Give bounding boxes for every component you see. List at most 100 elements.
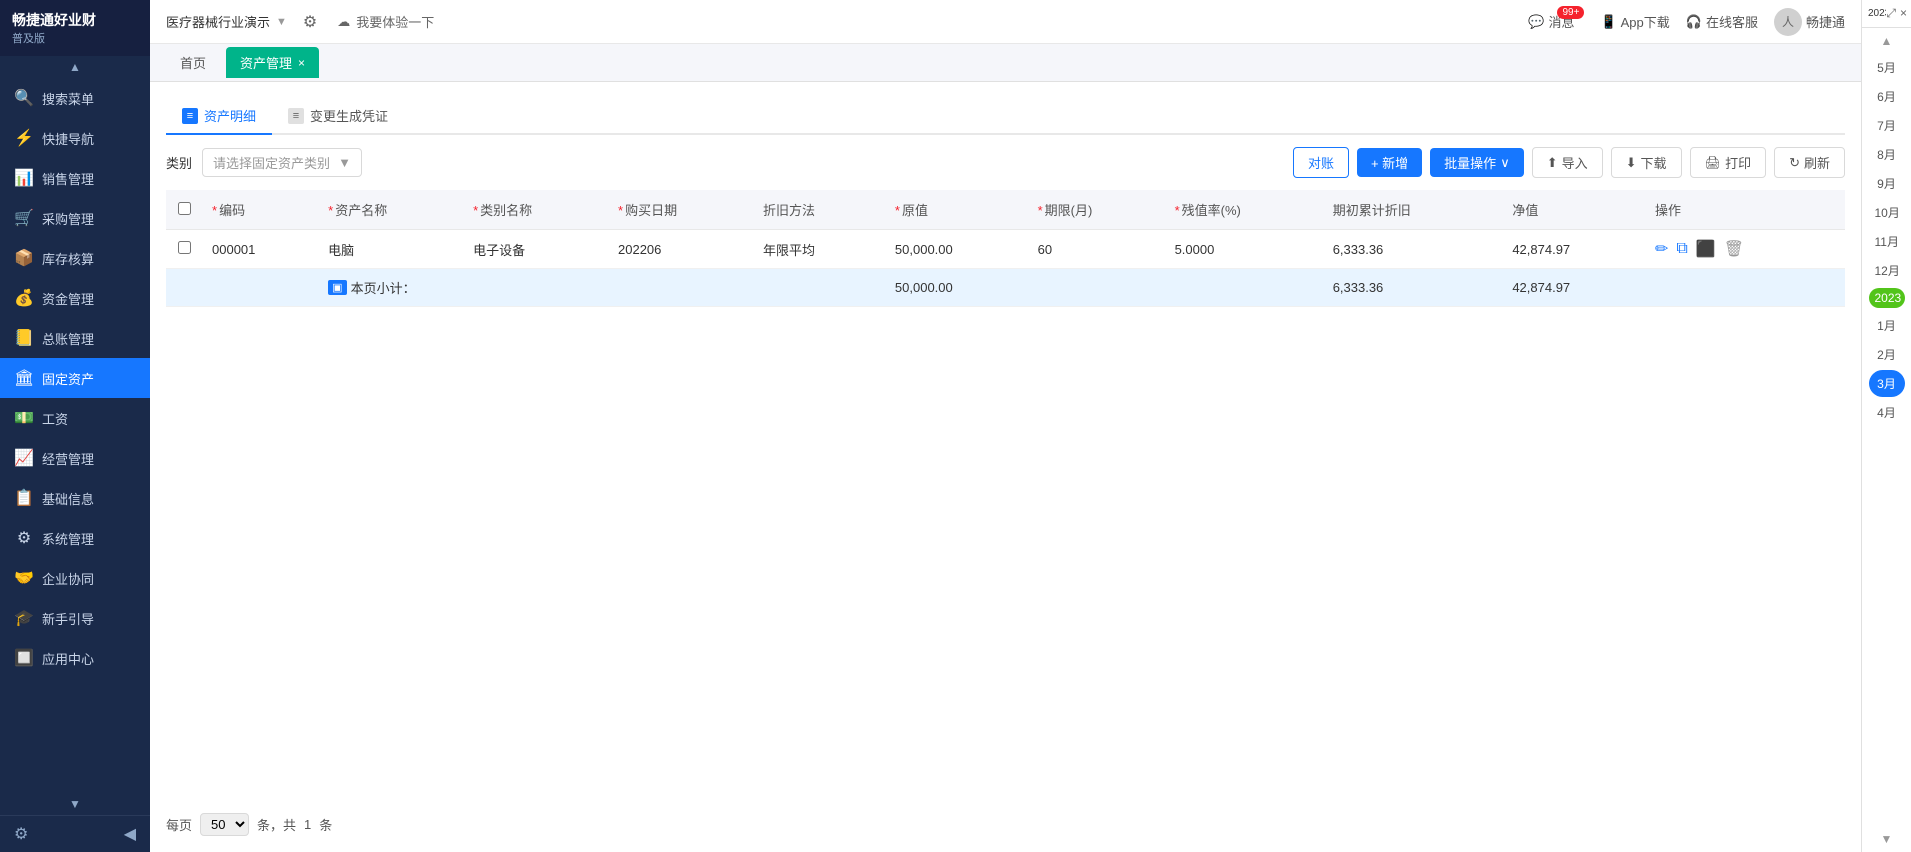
row-checkbox[interactable] bbox=[178, 241, 191, 254]
cal-month-11[interactable]: 11月 bbox=[1869, 228, 1905, 255]
enterprise-icon: 🤝 bbox=[14, 568, 34, 588]
header-depreciation-method: 折旧方法 bbox=[753, 190, 885, 230]
subtotal-period-empty bbox=[1028, 269, 1165, 307]
sidebar-scroll-up[interactable]: ▲ bbox=[0, 56, 150, 78]
collapse-icon[interactable]: ◀ bbox=[124, 824, 136, 844]
edit-button[interactable]: ✏ bbox=[1655, 239, 1668, 259]
header-name: *资产名称 bbox=[318, 190, 463, 230]
notification-icon: 💬 bbox=[1528, 14, 1544, 30]
cal-month-7[interactable]: 7月 bbox=[1869, 112, 1905, 139]
batch-button[interactable]: 批量操作 ∨ bbox=[1430, 148, 1524, 177]
sidebar-item-funds[interactable]: 💰 资金管理 bbox=[0, 278, 150, 318]
sub-tab-change-voucher-label: 变更生成凭证 bbox=[310, 106, 388, 125]
right-panel-scroll-up[interactable]: ▲ bbox=[1879, 32, 1895, 50]
settings-icon[interactable]: ⚙ bbox=[14, 824, 28, 844]
sidebar-item-label: 基础信息 bbox=[42, 489, 94, 508]
cal-month-5[interactable]: 5月 bbox=[1869, 54, 1905, 81]
toolbar: 类别 请选择固定资产类别 ▼ 对账 + 新增 批量操作 ∨ ⬆ 导入 ⬇ 下载 bbox=[166, 147, 1845, 178]
notification-button[interactable]: 💬 消息 99+ bbox=[1528, 12, 1574, 31]
header-category: *类别名称 bbox=[463, 190, 608, 230]
sidebar-item-label: 经营管理 bbox=[42, 449, 94, 468]
sidebar-item-operations[interactable]: 📈 经营管理 bbox=[0, 438, 150, 478]
new-button[interactable]: + 新增 bbox=[1357, 148, 1422, 177]
import-label: 导入 bbox=[1562, 153, 1588, 172]
sidebar-item-fixed-assets[interactable]: 🏛 固定资产 bbox=[0, 358, 150, 398]
sidebar-item-search[interactable]: 🔍 搜索菜单 bbox=[0, 78, 150, 118]
company-selector[interactable]: 医疗器械行业演示 ▼ bbox=[166, 12, 287, 31]
system-icon: ⚙ bbox=[14, 528, 34, 548]
assets-table: *编码 *资产名称 *类别名称 *购买日期 折旧方法 *原值 *期限(月) *残… bbox=[166, 190, 1845, 307]
sidebar-menu: 🔍 搜索菜单 ⚡ 快捷导航 📊 销售管理 🛒 采购管理 📦 库存核算 💰 资金管… bbox=[0, 78, 150, 793]
tab-asset-management[interactable]: 资产管理 × bbox=[226, 47, 319, 78]
right-panel-expand-icon[interactable]: ⤢ bbox=[1886, 6, 1896, 21]
cal-month-2[interactable]: 2月 bbox=[1869, 341, 1905, 368]
cal-month-6[interactable]: 6月 bbox=[1869, 83, 1905, 110]
right-panel-year-label: 2023.03 bbox=[1866, 6, 1886, 21]
sub-tab-asset-detail[interactable]: ≡ 资产明细 bbox=[166, 98, 272, 135]
sidebar-item-app-center[interactable]: 🔲 应用中心 bbox=[0, 638, 150, 678]
print-button[interactable]: 🖨 打印 bbox=[1690, 147, 1767, 178]
sidebar-item-system[interactable]: ⚙ 系统管理 bbox=[0, 518, 150, 558]
customer-service-button[interactable]: 🎧 在线客服 bbox=[1686, 12, 1758, 31]
tab-home[interactable]: 首页 bbox=[166, 47, 220, 78]
import-button[interactable]: ⬆ 导入 bbox=[1532, 147, 1603, 178]
sub-tab-change-voucher[interactable]: ≡ 变更生成凭证 bbox=[272, 98, 404, 135]
company-gear-icon[interactable]: ⚙ bbox=[303, 12, 317, 32]
delete-button[interactable]: 🗑 bbox=[1724, 239, 1744, 259]
sidebar-item-label: 总账管理 bbox=[42, 329, 94, 348]
row-checkbox-cell bbox=[166, 230, 202, 269]
user-name: 畅捷通 bbox=[1806, 12, 1845, 31]
row-category: 电子设备 bbox=[463, 230, 608, 269]
cal-month-12[interactable]: 12月 bbox=[1869, 257, 1905, 284]
batch-label: 批量操作 bbox=[1444, 153, 1496, 172]
total-count: 1 bbox=[304, 817, 311, 832]
sub-tab-asset-detail-label: 资产明细 bbox=[204, 106, 256, 125]
sidebar-item-basic-info[interactable]: 📋 基础信息 bbox=[0, 478, 150, 518]
user-menu[interactable]: 人 畅捷通 bbox=[1774, 8, 1845, 36]
refresh-button[interactable]: ↻ 刷新 bbox=[1774, 147, 1845, 178]
duizhang-button[interactable]: 对账 bbox=[1293, 147, 1349, 178]
per-page-label: 每页 bbox=[166, 815, 192, 834]
cal-month-9[interactable]: 9月 bbox=[1869, 170, 1905, 197]
cal-month-10[interactable]: 10月 bbox=[1869, 199, 1905, 226]
sidebar-item-guide[interactable]: 🎓 新手引导 bbox=[0, 598, 150, 638]
refresh-icon: ↻ bbox=[1789, 155, 1800, 171]
share-button[interactable]: ⬛ bbox=[1696, 239, 1716, 259]
cal-month-3-current[interactable]: 3月 bbox=[1869, 370, 1905, 397]
row-period: 60 bbox=[1028, 230, 1165, 269]
select-all-checkbox[interactable] bbox=[178, 202, 191, 215]
sidebar-scroll-down[interactable]: ▼ bbox=[0, 793, 150, 815]
subtotal-label: ▣ 本页小计： bbox=[318, 269, 885, 307]
sidebar-item-enterprise[interactable]: 🤝 企业协同 bbox=[0, 558, 150, 598]
sidebar-item-salary[interactable]: 💵 工资 bbox=[0, 398, 150, 438]
per-page-select[interactable]: 50 bbox=[200, 813, 249, 836]
sidebar-item-sales[interactable]: 📊 销售管理 bbox=[0, 158, 150, 198]
customer-service-icon: 🎧 bbox=[1686, 14, 1702, 30]
cal-month-8[interactable]: 8月 bbox=[1869, 141, 1905, 168]
header-net-value: 净值 bbox=[1502, 190, 1645, 230]
tab-close-icon[interactable]: × bbox=[298, 56, 305, 70]
right-panel: 2023.03 ⤢ × ▲ 5月 6月 7月 8月 9月 10月 11月 12月… bbox=[1861, 0, 1911, 852]
pagination: 每页 50 条，共 1 条 bbox=[166, 803, 1845, 836]
cal-month-4[interactable]: 4月 bbox=[1869, 399, 1905, 426]
category-filter[interactable]: 请选择固定资产类别 ▼ bbox=[202, 148, 362, 177]
app-download-button[interactable]: 📱 App下载 bbox=[1600, 12, 1669, 31]
experience-button[interactable]: ☁ 我要体验一下 bbox=[337, 12, 434, 31]
sidebar-item-purchase[interactable]: 🛒 采购管理 bbox=[0, 198, 150, 238]
sidebar-item-inventory[interactable]: 📦 库存核算 bbox=[0, 238, 150, 278]
subtotal-icon: ▣ bbox=[328, 280, 346, 295]
main-content: ≡ 资产明细 ≡ 变更生成凭证 类别 请选择固定资产类别 ▼ 对账 + 新增 批… bbox=[150, 82, 1861, 852]
logo-text: 畅捷通好业财 bbox=[12, 10, 96, 30]
refresh-label: 刷新 bbox=[1804, 153, 1830, 172]
sidebar-item-ledger[interactable]: 📒 总账管理 bbox=[0, 318, 150, 358]
header-residual-rate: *残值率(%) bbox=[1165, 190, 1323, 230]
category-filter-placeholder: 请选择固定资产类别 bbox=[213, 153, 330, 172]
right-panel-scroll-down[interactable]: ▼ bbox=[1879, 830, 1895, 848]
sidebar-item-quick-nav[interactable]: ⚡ 快捷导航 bbox=[0, 118, 150, 158]
copy-button[interactable]: ⧉ bbox=[1676, 240, 1687, 258]
download-button[interactable]: ⬇ 下载 bbox=[1611, 147, 1682, 178]
row-net-value: 42,874.97 bbox=[1502, 230, 1645, 269]
cal-month-1[interactable]: 1月 bbox=[1869, 312, 1905, 339]
right-panel-close-icon[interactable]: × bbox=[1900, 6, 1907, 21]
download-label: 下载 bbox=[1641, 153, 1667, 172]
